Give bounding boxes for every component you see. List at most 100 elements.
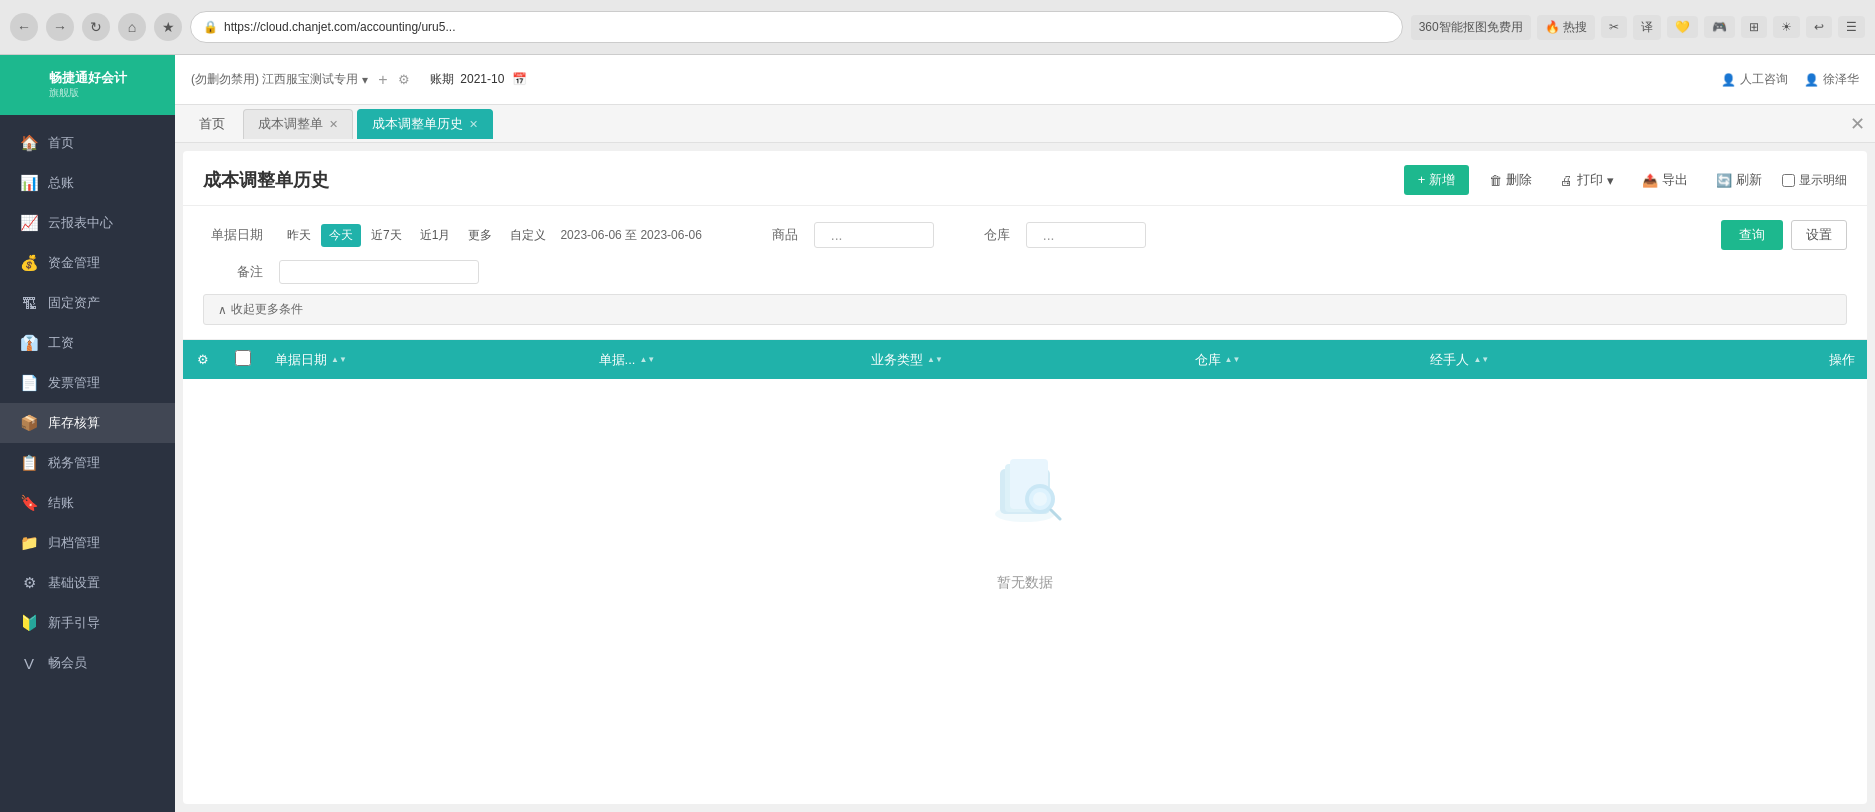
warehouse-filter-dropdown[interactable]: ... [1026, 222, 1146, 248]
delete-icon: 🗑 [1489, 173, 1502, 188]
game-tool[interactable]: 🎮 [1704, 16, 1735, 38]
col-biz-type[interactable]: 业务类型 ▲▼ [859, 340, 1183, 379]
calendar-icon[interactable]: 📅 [512, 72, 527, 86]
home-icon: 🏠 [20, 134, 38, 152]
goods-dots: ... [831, 227, 843, 243]
forward-button[interactable]: → [46, 13, 74, 41]
sidebar-item-close-books[interactable]: 🔖 结账 [0, 483, 175, 523]
translate-tool[interactable]: 译 [1633, 15, 1661, 40]
scissors-tool[interactable]: ✂ [1601, 16, 1627, 38]
sidebar-item-ledger[interactable]: 📊 总账 [0, 163, 175, 203]
page-actions: + 新增 🗑 删除 🖨 打印 ▾ 📤 导出 🔄 [1404, 165, 1847, 195]
collapse-filter-btn[interactable]: ∧ 收起更多条件 [203, 294, 1847, 325]
delete-btn[interactable]: 🗑 删除 [1481, 167, 1540, 193]
theme-tool[interactable]: ☀ [1773, 16, 1800, 38]
star-button[interactable]: ★ [154, 13, 182, 41]
empty-text: 暂无数据 [997, 574, 1053, 592]
export-btn[interactable]: 📤 导出 [1634, 167, 1696, 193]
select-all-checkbox[interactable] [235, 350, 251, 366]
col-warehouse[interactable]: 仓库 ▲▼ [1183, 340, 1419, 379]
tab-cost-adjustment[interactable]: 成本调整单 ✕ [243, 109, 353, 139]
user-btn[interactable]: 👤 徐泽华 [1804, 71, 1859, 88]
date-btn-custom[interactable]: 自定义 [502, 224, 554, 247]
date-btn-7days[interactable]: 近7天 [363, 224, 410, 247]
lock-icon: 🔒 [203, 20, 218, 34]
settings-icon: ⚙ [20, 574, 38, 592]
sidebar-item-settings[interactable]: ⚙ 基础设置 [0, 563, 175, 603]
date-btn-more[interactable]: 更多 [460, 224, 500, 247]
undo-tool[interactable]: ↩ [1806, 16, 1832, 38]
browser-chrome: ← → ↻ ⌂ ★ 🔒 https://cloud.chanjet.com/ac… [0, 0, 1875, 55]
tab-cost-adjustment-history[interactable]: 成本调整单历史 ✕ [357, 109, 493, 139]
date-btn-1month[interactable]: 近1月 [412, 224, 459, 247]
sidebar-item-label: 基础设置 [48, 574, 100, 592]
add-company-btn[interactable]: + [378, 71, 387, 89]
back-button[interactable]: ← [10, 13, 38, 41]
tab-cost-adjustment-history-label: 成本调整单历史 [372, 115, 463, 133]
sidebar-item-inventory[interactable]: 📦 库存核算 [0, 403, 175, 443]
refresh-btn[interactable]: 🔄 刷新 [1708, 167, 1770, 193]
sidebar-item-reports[interactable]: 📈 云报表中心 [0, 203, 175, 243]
print-btn[interactable]: 🖨 打印 ▾ [1552, 167, 1622, 193]
settings-topbar-icon[interactable]: ⚙ [398, 72, 410, 87]
date-btn-today[interactable]: 今天 [321, 224, 361, 247]
menu-tool[interactable]: ☰ [1838, 16, 1865, 38]
sidebar-item-invoice[interactable]: 📄 发票管理 [0, 363, 175, 403]
warehouse-filter-label: 仓库 [950, 226, 1010, 244]
new-btn[interactable]: + 新增 [1404, 165, 1469, 195]
user-icon: 👤 [1804, 73, 1819, 87]
remark-filter-input[interactable] [279, 260, 479, 284]
settings-config-btn[interactable]: 设置 [1791, 220, 1847, 250]
company-dropdown-icon[interactable]: ▾ [362, 73, 368, 87]
col-doc-num[interactable]: 单据... ▲▼ [587, 340, 859, 379]
topbar-right: 👤 人工咨询 👤 徐泽华 [1721, 71, 1859, 88]
sidebar-item-funds[interactable]: 💰 资金管理 [0, 243, 175, 283]
wallet-tool[interactable]: 💛 [1667, 16, 1698, 38]
sidebar-item-archive[interactable]: 📁 归档管理 [0, 523, 175, 563]
empty-state-cell: 暂无数据 [183, 379, 1867, 652]
col-date[interactable]: 单据日期 ▲▼ [263, 340, 587, 379]
table-body: 暂无数据 [183, 379, 1867, 652]
col-actions: 操作 [1698, 340, 1867, 379]
tab-home[interactable]: 首页 [185, 109, 239, 139]
sidebar-item-label: 库存核算 [48, 414, 100, 432]
company-name[interactable]: (勿删勿禁用) 江西服宝测试专用 ▾ [191, 71, 368, 88]
sort-icon-date: ▲▼ [331, 356, 347, 364]
goods-filter-dropdown[interactable]: ... [814, 222, 934, 248]
col-handler[interactable]: 经手人 ▲▼ [1418, 340, 1698, 379]
home-button[interactable]: ⌂ [118, 13, 146, 41]
warehouse-dots: ... [1043, 227, 1055, 243]
sidebar-item-label: 云报表中心 [48, 214, 113, 232]
topbar: (勿删勿禁用) 江西服宝测试专用 ▾ + ⚙ 账期 2021-10 📅 👤 人工… [175, 55, 1875, 105]
sidebar-item-membership[interactable]: V 畅会员 [0, 643, 175, 683]
sidebar-item-label: 发票管理 [48, 374, 100, 392]
sidebar-item-salary[interactable]: 👔 工资 [0, 323, 175, 363]
show-cols-toggle[interactable]: 显示明细 [1782, 172, 1847, 189]
show-cols-checkbox[interactable] [1782, 174, 1795, 187]
date-btn-yesterday[interactable]: 昨天 [279, 224, 319, 247]
sidebar: 畅捷通好会计 旗舰版 🏠 首页 📊 总账 📈 云报表中心 💰 资金管理 [0, 55, 175, 812]
tab-cost-adjustment-history-close[interactable]: ✕ [469, 118, 478, 131]
sort-icon-doc: ▲▼ [639, 356, 655, 364]
date-filter-buttons: 昨天 今天 近7天 近1月 更多 自定义 2023-06-06 至 2023-0… [279, 224, 702, 247]
sidebar-item-tax[interactable]: 📋 税务管理 [0, 443, 175, 483]
empty-state-row: 暂无数据 [183, 379, 1867, 652]
hot-search[interactable]: 🔥 热搜 [1537, 15, 1595, 40]
tab-cost-adjustment-close[interactable]: ✕ [329, 118, 338, 131]
sidebar-item-guide[interactable]: 🔰 新手引导 [0, 603, 175, 643]
consult-btn[interactable]: 👤 人工咨询 [1721, 71, 1788, 88]
refresh-button[interactable]: ↻ [82, 13, 110, 41]
address-bar[interactable]: 🔒 https://cloud.chanjet.com/accounting/u… [190, 11, 1403, 43]
membership-icon: V [20, 655, 38, 672]
grid-tool[interactable]: ⊞ [1741, 16, 1767, 38]
print-dropdown-icon[interactable]: ▾ [1607, 173, 1614, 188]
table-settings-col[interactable]: ⚙ [183, 340, 223, 379]
guide-icon: 🔰 [20, 614, 38, 632]
filter-row-date: 单据日期 昨天 今天 近7天 近1月 更多 自定义 2023-06-06 至 2… [203, 220, 1847, 250]
close-all-tabs-btn[interactable]: ✕ [1850, 113, 1865, 135]
data-table: ⚙ 单据日期 ▲▼ [183, 340, 1867, 652]
search-tool[interactable]: 360智能抠图免费用 [1411, 15, 1531, 40]
sidebar-item-assets[interactable]: 🏗 固定资产 [0, 283, 175, 323]
sidebar-item-home[interactable]: 🏠 首页 [0, 123, 175, 163]
query-btn[interactable]: 查询 [1721, 220, 1783, 250]
